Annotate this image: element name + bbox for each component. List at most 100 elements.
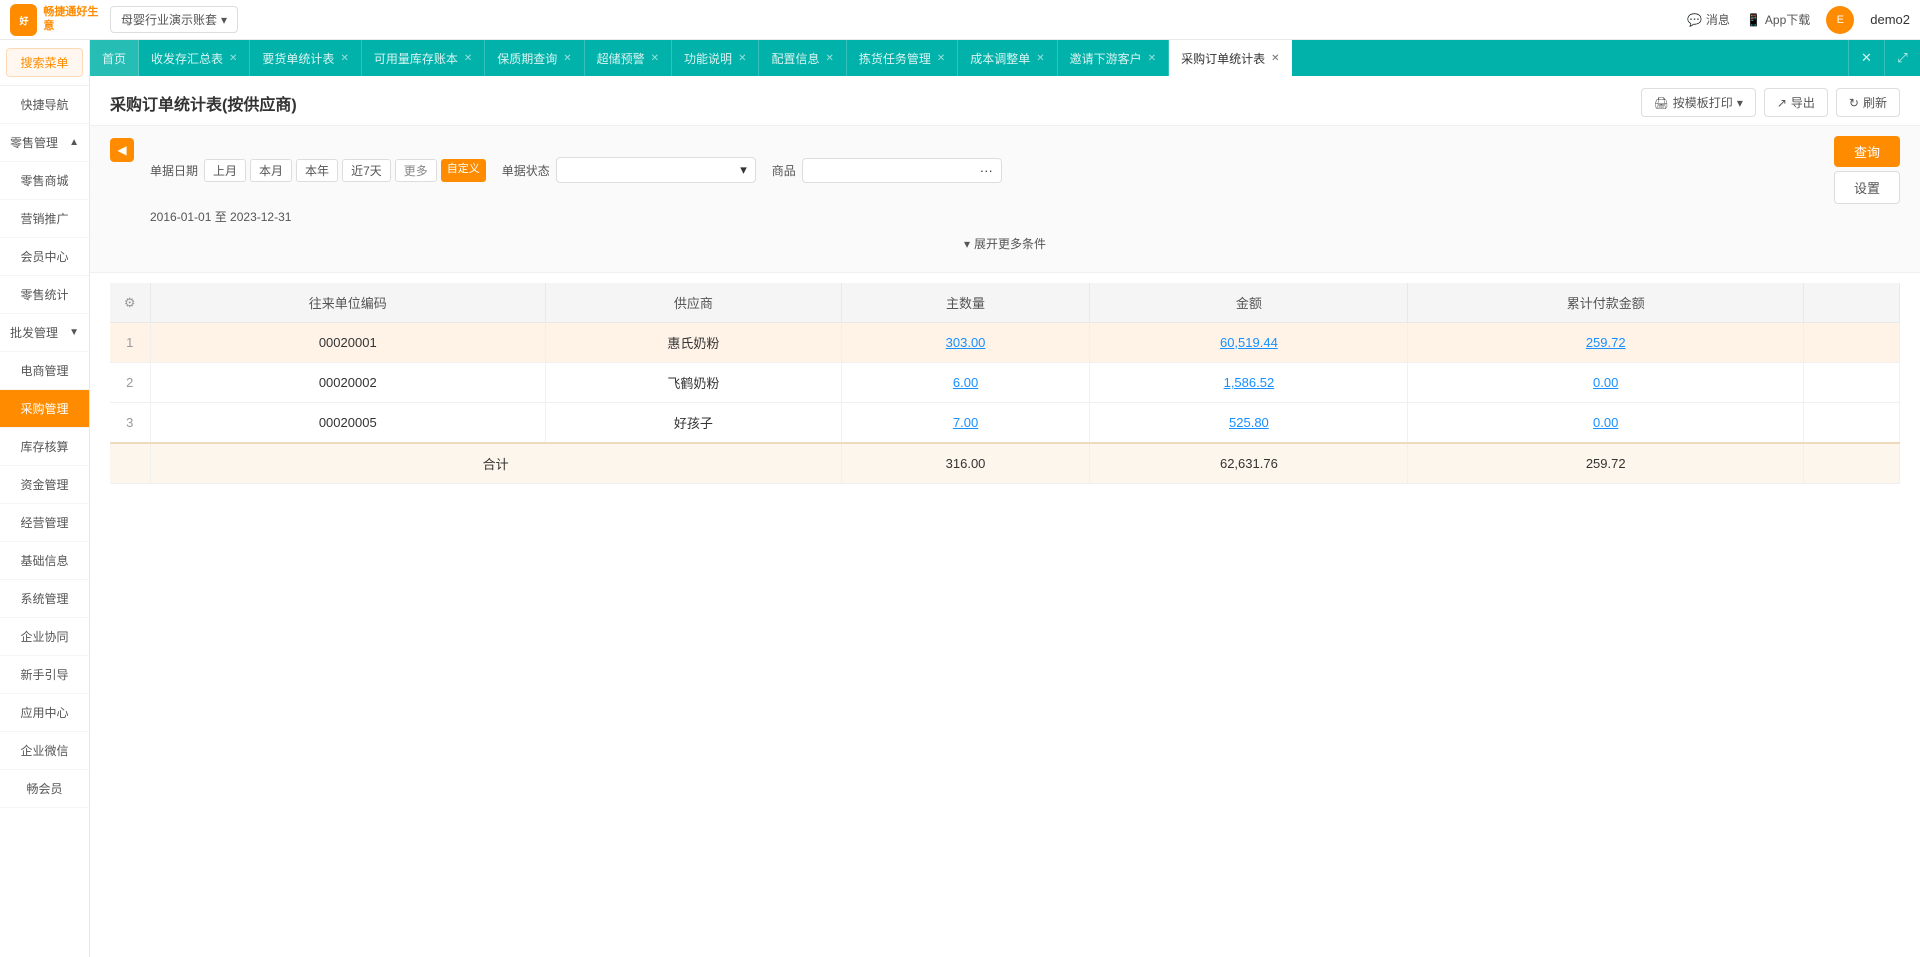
query-btn[interactable]: 查询	[1834, 136, 1900, 167]
expand-more-label: 展开更多条件	[974, 235, 1046, 252]
date-last-month-btn[interactable]: 上月	[204, 159, 246, 182]
footer-empty	[110, 443, 150, 484]
date-this-year-btn[interactable]: 本年	[296, 159, 338, 182]
sidebar-item-label: 批发管理	[10, 324, 58, 341]
refresh-label: 刷新	[1863, 94, 1887, 111]
sidebar-item-retail-stats[interactable]: 零售统计	[0, 276, 89, 314]
row-supplier: 惠氏奶粉	[546, 323, 842, 363]
sidebar-item-marketing[interactable]: 营销推广	[0, 200, 89, 238]
date-this-month-btn[interactable]: 本月	[250, 159, 292, 182]
close-icon[interactable]: ✕	[229, 53, 237, 64]
maximize-tab-btn[interactable]: ⤢	[1884, 40, 1920, 76]
tab-pick-task[interactable]: 拣货任务管理 ✕	[847, 40, 958, 76]
sidebar-item-label: 系统管理	[20, 590, 68, 607]
tab-receive-send[interactable]: 收发存汇总表 ✕	[139, 40, 250, 76]
tab-func-desc[interactable]: 功能说明 ✕	[672, 40, 759, 76]
status-select[interactable]: ▾	[556, 157, 756, 183]
message-btn[interactable]: 💬 消息	[1687, 11, 1730, 28]
sidebar-item-quick-nav[interactable]: 快捷导航	[0, 86, 89, 124]
chevron-down-icon: ▾	[1737, 96, 1743, 110]
goods-input[interactable]: ···	[802, 158, 1002, 183]
tab-purchase-stats[interactable]: 采购订单统计表 ✕	[1169, 40, 1292, 76]
tab-goods-stats[interactable]: 要货单统计表 ✕	[250, 40, 361, 76]
sidebar-item-system-mgmt[interactable]: 系统管理	[0, 580, 89, 618]
date-custom-badge: 自定义	[441, 159, 486, 182]
table-row[interactable]: 2 00020002 飞鹤奶粉 6.00 1,586.52 0.00	[110, 363, 1900, 403]
sidebar-item-finance[interactable]: 资金管理	[0, 466, 89, 504]
sidebar-item-enterprise-wechat[interactable]: 企业微信	[0, 732, 89, 770]
settings-icon[interactable]: ⚙	[124, 295, 136, 310]
sidebar-item-retail-mgmt[interactable]: 零售管理 ▲	[0, 124, 89, 162]
table-row[interactable]: 3 00020005 好孩子 7.00 525.80 0.00	[110, 403, 1900, 444]
workspace-label: 母婴行业演示账套	[121, 11, 217, 28]
close-icon[interactable]: ✕	[1271, 53, 1279, 64]
close-icon[interactable]: ✕	[651, 53, 659, 64]
tab-label: 配置信息	[771, 50, 819, 67]
refresh-btn[interactable]: ↻ 刷新	[1836, 88, 1900, 117]
tab-home[interactable]: 首页	[90, 40, 139, 76]
chevron-down-icon: ▼	[69, 327, 79, 338]
date-more-btn[interactable]: 更多	[395, 159, 437, 182]
footer-label: 合计	[150, 443, 841, 484]
close-icon[interactable]: ✕	[937, 53, 945, 64]
tab-cost-adjust[interactable]: 成本调整单 ✕	[958, 40, 1057, 76]
row-amount: 1,586.52	[1090, 363, 1408, 403]
col-extra	[1803, 283, 1899, 323]
tab-available-stock[interactable]: 可用量库存账本 ✕	[362, 40, 485, 76]
expand-more-btn[interactable]: ▾ 展开更多条件	[958, 229, 1052, 258]
collapse-filter-btn[interactable]: ◀	[110, 138, 134, 162]
row-paid: 259.72	[1408, 323, 1804, 363]
ellipsis-icon: ···	[980, 163, 993, 178]
sidebar-item-purchase-mgmt[interactable]: 采购管理	[0, 390, 89, 428]
tab-label: 可用量库存账本	[374, 50, 458, 67]
export-btn[interactable]: ↗ 导出	[1764, 88, 1828, 117]
close-icon[interactable]: ✕	[738, 53, 746, 64]
message-label: 消息	[1706, 11, 1730, 28]
date-7days-btn[interactable]: 近7天	[342, 159, 391, 182]
workspace-selector[interactable]: 母婴行业演示账套 ▾	[110, 6, 238, 33]
sidebar-item-wholesale-mgmt[interactable]: 批发管理 ▼	[0, 314, 89, 352]
tab-config-info[interactable]: 配置信息 ✕	[759, 40, 846, 76]
phone-icon: 📱	[1746, 13, 1761, 27]
close-tab-btn[interactable]: ✕	[1848, 40, 1884, 76]
page-header: 采购订单统计表(按供应商) 🖨 按模板打印 ▾ ↗ 导出 ↻	[90, 76, 1920, 126]
print-btn[interactable]: 🖨 按模板打印 ▾	[1641, 88, 1756, 117]
close-icon[interactable]: ✕	[1148, 53, 1156, 64]
close-icon[interactable]: ✕	[563, 53, 571, 64]
app-download-btn[interactable]: 📱 App下载	[1746, 11, 1810, 28]
row-unit-code: 00020001	[150, 323, 546, 363]
user-avatar[interactable]: E	[1826, 6, 1854, 34]
status-filter: 单据状态 ▾	[502, 157, 756, 183]
sidebar-item-retail-shop[interactable]: 零售商城	[0, 162, 89, 200]
chevron-down-icon: ▾	[740, 162, 747, 178]
sidebar-item-inventory[interactable]: 库存核算	[0, 428, 89, 466]
goods-input-field[interactable]	[811, 163, 976, 177]
table-container: ⚙ 往来单位编码 供应商 主数量	[90, 273, 1920, 504]
close-icon[interactable]: ✕	[340, 53, 348, 64]
sidebar-item-label: 营销推广	[20, 210, 68, 227]
search-menu-btn[interactable]: 搜索菜单	[6, 48, 83, 77]
row-quantity: 6.00	[841, 363, 1090, 403]
filter-area: ◀ 单据日期 上月 本月 本年 近7天	[90, 126, 1920, 273]
col-settings[interactable]: ⚙	[110, 283, 150, 323]
sidebar-item-ecommerce[interactable]: 电商管理	[0, 352, 89, 390]
tab-warranty[interactable]: 保质期查询 ✕	[485, 40, 584, 76]
sidebar-item-basic-info[interactable]: 基础信息	[0, 542, 89, 580]
table-row[interactable]: 1 00020001 惠氏奶粉 303.00 60,519.44 259.72	[110, 323, 1900, 363]
sidebar-item-app-center[interactable]: 应用中心	[0, 694, 89, 732]
close-icon[interactable]: ✕	[1036, 53, 1044, 64]
sidebar-item-member-center[interactable]: 会员中心	[0, 238, 89, 276]
settings-btn[interactable]: 设置	[1834, 171, 1900, 204]
footer-quantity: 316.00	[841, 443, 1090, 484]
tab-overstock[interactable]: 超储预警 ✕	[585, 40, 672, 76]
row-number: 3	[110, 403, 150, 444]
sidebar-item-member[interactable]: 畅会员	[0, 770, 89, 808]
close-icon[interactable]: ✕	[825, 53, 833, 64]
tab-invite-downstream[interactable]: 邀请下游客户 ✕	[1058, 40, 1169, 76]
sidebar-item-operations[interactable]: 经营管理	[0, 504, 89, 542]
sidebar-item-enterprise-collab[interactable]: 企业协同	[0, 618, 89, 656]
sidebar-item-new-guide[interactable]: 新手引导	[0, 656, 89, 694]
sidebar-item-label: 快捷导航	[20, 96, 68, 113]
sidebar-item-label: 零售商城	[20, 172, 68, 189]
close-icon[interactable]: ✕	[464, 53, 472, 64]
